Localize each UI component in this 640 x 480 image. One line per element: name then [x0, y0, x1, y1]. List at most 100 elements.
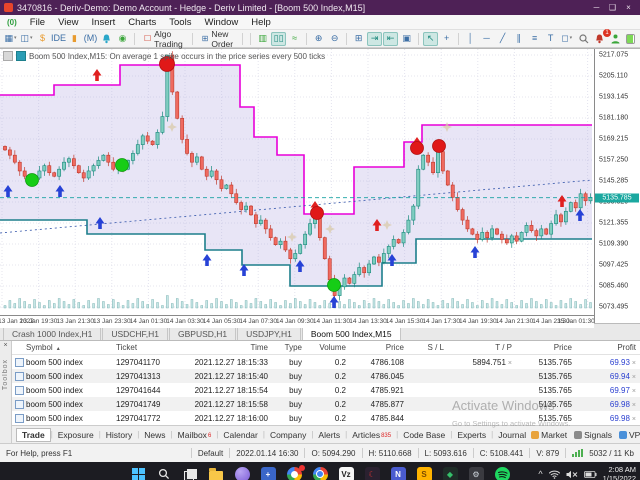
toolbox-tab-code-base[interactable]: Code Base [398, 429, 450, 441]
crosshair-button[interactable]: + [439, 32, 454, 46]
task-view-button[interactable] [182, 466, 199, 480]
price-chart[interactable] [0, 49, 594, 310]
algo-trading-button[interactable]: ☐ Algo Trading [139, 29, 188, 49]
fibonacci-button[interactable]: ≡ [527, 32, 542, 46]
column-header-profit[interactable]: Profit [576, 343, 640, 352]
one-click-trading-icon[interactable] [3, 51, 13, 61]
loop-app-button[interactable] [234, 466, 251, 480]
symbols-button[interactable]: (M) [83, 32, 98, 46]
zoom-out-button[interactable]: ⊖ [327, 32, 342, 46]
spotify-button[interactable] [494, 466, 511, 480]
objects-button[interactable]: ◻ ▾ [559, 32, 574, 46]
deposit-button[interactable]: ▮ [67, 32, 82, 46]
search-button[interactable] [156, 466, 173, 480]
menu-file[interactable]: File [30, 17, 45, 28]
table-row[interactable]: boom 500 index 1297041644 2021.12.27 18:15… [12, 383, 640, 397]
toolbox-tab-mailbox[interactable]: Mailbox 6 [173, 429, 217, 441]
notifications-bell-button[interactable] [99, 32, 114, 46]
close-position-icon[interactable]: × [632, 388, 636, 395]
toolbox-tab-trade[interactable]: Trade [16, 427, 51, 442]
alert-bell-button[interactable]: 1 [592, 28, 612, 46]
close-position-icon[interactable]: × [632, 360, 636, 367]
toolbox-close-icon[interactable]: × [3, 342, 7, 349]
chart-tab-crash-1000-index-h1[interactable]: Crash 1000 Index,H1 [3, 326, 102, 340]
chart-tab-gbpusd-h1[interactable]: GBPUSD,H1 [169, 326, 237, 340]
close-position-icon[interactable]: × [632, 374, 636, 381]
cursor-button[interactable]: ↖ [423, 31, 439, 46]
panel-button-vps[interactable]: VPS [619, 430, 640, 440]
vz-app-button[interactable]: Vz [338, 466, 355, 480]
battery-icon[interactable] [583, 470, 597, 478]
toolbox-tab-history[interactable]: History [101, 429, 137, 441]
new-order-button[interactable]: ⊞ New Order [197, 29, 238, 49]
status-profile[interactable]: Default [198, 449, 223, 458]
toolbox-tab-articles[interactable]: Articles 835 [347, 429, 396, 441]
close-button[interactable]: × [621, 1, 636, 14]
toolbox-tab-exposure[interactable]: Exposure [53, 429, 99, 441]
column-header-ticket[interactable]: Ticket [114, 343, 176, 352]
column-header-price[interactable]: Price [516, 343, 576, 352]
table-row[interactable]: boom 500 index 1297041772 2021.12.27 18:16… [12, 411, 640, 425]
volume-muted-icon[interactable] [566, 470, 578, 479]
panel-button-market[interactable]: Market [531, 430, 567, 440]
notes-app-button[interactable]: N [390, 466, 407, 480]
vline-button[interactable]: │ [463, 32, 478, 46]
chart-window-button[interactable]: ▦ ▾ [3, 32, 18, 46]
chart-tab-usdchf-h1[interactable]: USDCHF,H1 [102, 326, 169, 340]
table-row[interactable]: boom 500 index 1297041749 2021.12.27 18:15… [12, 397, 640, 411]
trendline-button[interactable]: ╱ [495, 32, 510, 46]
sublime-app-button[interactable]: S [416, 466, 433, 480]
zoom-in-button[interactable]: ⊕ [311, 32, 326, 46]
chart-shift-button[interactable]: ⇤ [383, 31, 399, 46]
screenshot-button[interactable]: ▣ [399, 32, 414, 46]
menu-view[interactable]: View [58, 17, 78, 28]
text-button[interactable]: T [543, 32, 558, 46]
community-button[interactable]: ◉ [115, 32, 130, 46]
toolbox-tab-company[interactable]: Company [265, 429, 311, 441]
minimize-button[interactable]: ─ [589, 1, 604, 14]
price-axis[interactable]: 5217.075 5205.110 5193.145 5181.180 5169.215… [594, 49, 640, 323]
toolbox-tab-alerts[interactable]: Alerts [313, 429, 345, 441]
menu-insert[interactable]: Insert [92, 17, 116, 28]
tray-clock[interactable]: 2:08 AM 1/15/2022 [603, 465, 636, 480]
search-button[interactable] [576, 32, 591, 46]
mql5-community-icon[interactable]: (0) [7, 18, 17, 27]
column-header-sl[interactable]: S / L [408, 343, 448, 352]
file-explorer-button[interactable] [208, 466, 225, 480]
panel-button-signals[interactable]: Signals [574, 430, 612, 440]
time-axis[interactable]: 13 Jan 2022 13 Jan 19:30 13 Jan 21:30 13 Ja… [0, 315, 595, 328]
chart-tab-boom-500-index-m15[interactable]: Boom 500 Index,M15 [301, 326, 401, 340]
chart-profile-button[interactable]: ◫ ▾ [19, 32, 34, 46]
close-position-icon[interactable]: × [632, 402, 636, 409]
maximize-button[interactable]: ❑ [605, 1, 620, 14]
column-header-symbol[interactable]: Symbol ▴ [24, 343, 114, 352]
dev-tools-app-button[interactable]: + [260, 466, 277, 480]
metaeditor-ide-button[interactable]: IDE [51, 32, 66, 46]
market-watch-button[interactable]: $ [35, 32, 50, 46]
chart-tab-usdjpy-h1[interactable]: USDJPY,H1 [237, 326, 301, 340]
start-button[interactable] [130, 466, 147, 480]
line-chart-button[interactable]: ≈ [287, 32, 302, 46]
tile-windows-button[interactable]: ⊞ [351, 32, 366, 46]
candles-chart-button[interactable]: ▯▯ [271, 31, 287, 46]
column-header-price[interactable]: Price [350, 343, 408, 352]
channel-button[interactable]: ∥ [511, 32, 526, 46]
close-position-icon[interactable]: × [632, 416, 636, 423]
toolbox-tab-news[interactable]: News [139, 429, 170, 441]
menu-window[interactable]: Window [204, 17, 238, 28]
chrome-button[interactable] [312, 466, 329, 480]
media-app-button[interactable]: ☾ [364, 466, 381, 480]
wifi-icon[interactable] [548, 470, 560, 479]
toolbox-tab-journal[interactable]: Journal [493, 429, 531, 441]
hline-button[interactable]: ─ [479, 32, 494, 46]
browser-profile-button[interactable] [286, 464, 305, 480]
column-header-volume[interactable]: Volume [306, 343, 350, 352]
toolbox-tab-calendar[interactable]: Calendar [218, 429, 263, 441]
table-row[interactable]: boom 500 index 1297041313 2021.12.27 18:15… [12, 369, 640, 383]
toolbox-tab-experts[interactable]: Experts [452, 429, 491, 441]
tp-close-icon[interactable]: × [508, 360, 512, 367]
column-header-type[interactable]: Type [272, 343, 306, 352]
menu-charts[interactable]: Charts [128, 17, 156, 28]
table-row[interactable]: boom 500 index 1297041170 2021.12.27 18:15… [12, 355, 640, 369]
auto-scroll-button[interactable]: ⇥ [367, 31, 383, 46]
